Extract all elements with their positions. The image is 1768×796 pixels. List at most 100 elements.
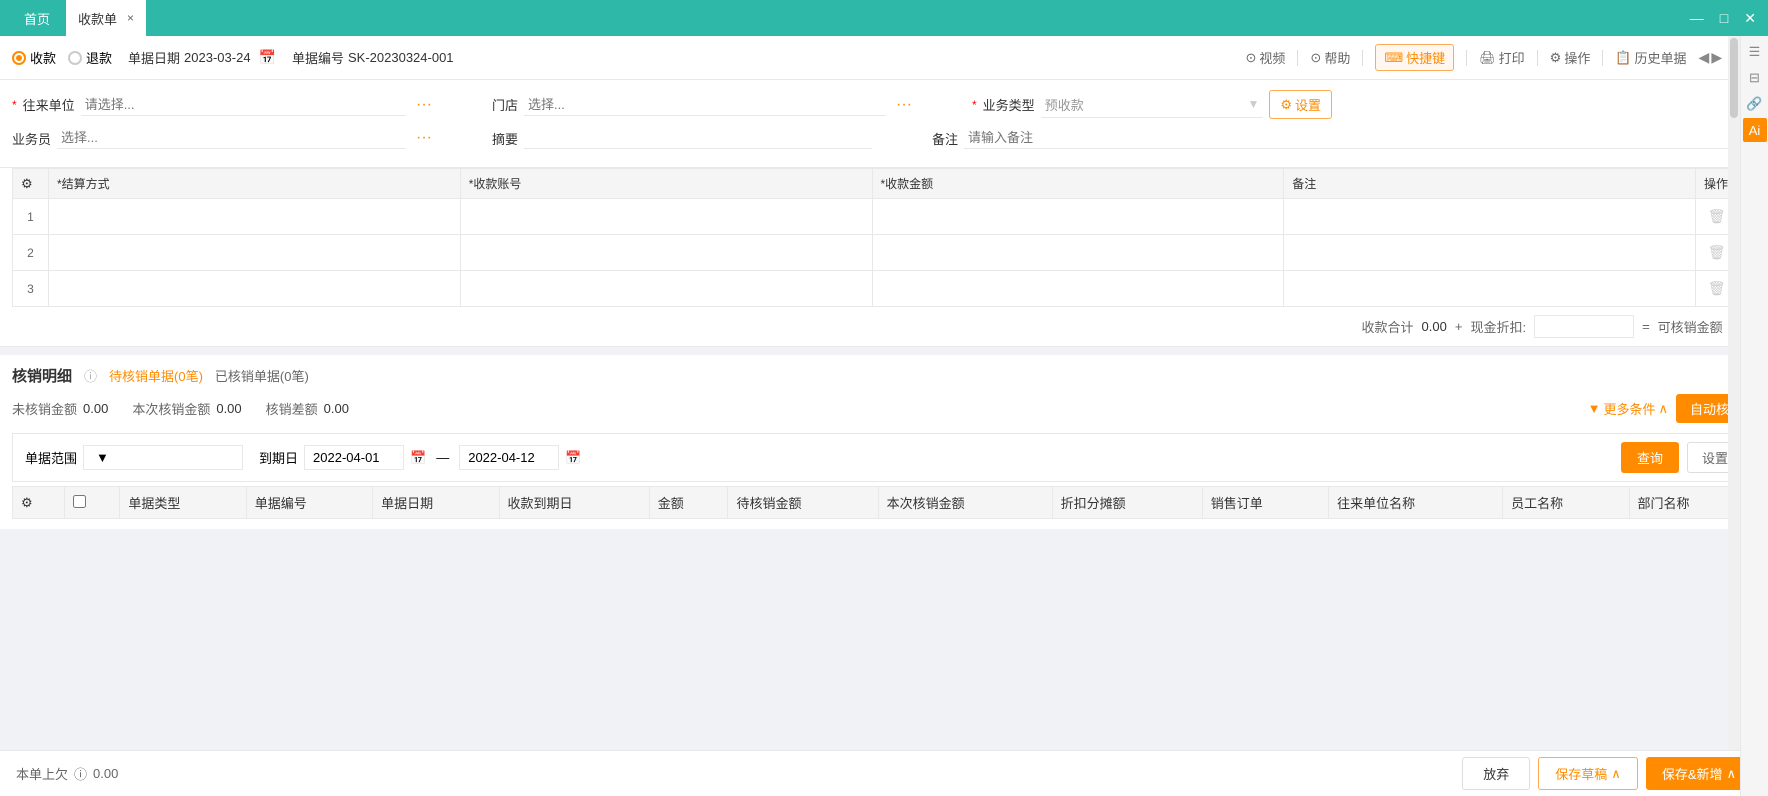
- staff-input[interactable]: [57, 127, 406, 149]
- row-3-account-input[interactable]: [461, 271, 872, 306]
- row-3-remarks-input[interactable]: [1284, 271, 1695, 306]
- discard-btn[interactable]: 放弃: [1462, 757, 1530, 790]
- store-input[interactable]: [524, 94, 886, 116]
- right-panel-btn-2[interactable]: ⊟: [1743, 66, 1767, 90]
- scrollbar[interactable]: [1728, 36, 1740, 750]
- prev-arrow[interactable]: ◀: [1699, 49, 1710, 66]
- bt-col-gear[interactable]: ⚙: [13, 487, 65, 519]
- partner-field: * 往来单位 ···: [12, 94, 432, 116]
- remarks-input[interactable]: [964, 127, 1756, 149]
- partner-input[interactable]: [81, 94, 406, 116]
- next-arrow[interactable]: ▶: [1711, 49, 1722, 66]
- radio-refund[interactable]: 退款: [68, 48, 112, 67]
- history-link[interactable]: 📋 历史单据: [1615, 48, 1686, 67]
- row-3-settlement-input[interactable]: [49, 271, 460, 306]
- due-date-from-input[interactable]: [304, 445, 404, 470]
- divider1: [1297, 50, 1298, 66]
- table-row: 3 🗑 ⊕: [13, 271, 1756, 307]
- close-btn[interactable]: ✕: [1740, 10, 1760, 27]
- radio-group: 收款 退款: [12, 48, 112, 67]
- history-icon: 📋: [1615, 50, 1631, 66]
- unverified-value: 0.00: [83, 401, 108, 416]
- calendar-to-icon[interactable]: 📅: [565, 450, 581, 466]
- row-3-remarks[interactable]: [1284, 271, 1696, 307]
- save-draft-btn[interactable]: 保存草稿 ∧: [1538, 757, 1638, 790]
- store-more-btn[interactable]: ···: [896, 96, 912, 114]
- row-2-settlement-input[interactable]: [49, 235, 460, 270]
- right-panel-btn-3[interactable]: 🔗: [1743, 92, 1767, 116]
- row-1-settlement[interactable]: [49, 199, 461, 235]
- row-3-settlement[interactable]: [49, 271, 461, 307]
- remarks-field: 备注: [932, 127, 1756, 149]
- row-2-remarks[interactable]: [1284, 235, 1696, 271]
- remarks-label: 备注: [932, 129, 958, 148]
- bt-select-all[interactable]: [73, 495, 86, 508]
- due-date-to-input[interactable]: [459, 445, 559, 470]
- row-2-account-input[interactable]: [461, 235, 872, 270]
- row-num-3: 3: [13, 271, 49, 307]
- row-1-account-input[interactable]: [461, 199, 872, 234]
- biz-type-select[interactable]: 预收款 ▼: [1041, 92, 1264, 118]
- divider4: [1537, 50, 1538, 66]
- shortcut-icon: ⌨: [1384, 50, 1403, 66]
- calendar-from-icon[interactable]: 📅: [410, 450, 426, 466]
- divider5: [1602, 50, 1603, 66]
- operations-link[interactable]: ⚙ 操作: [1550, 48, 1591, 67]
- bt-col-current: 本次核销金额: [878, 487, 1052, 519]
- row-2-remarks-input[interactable]: [1284, 235, 1695, 270]
- help-link[interactable]: ⊙ 帮助: [1310, 48, 1350, 67]
- bt-col-doc-type: 单据类型: [120, 487, 246, 519]
- biz-settings-btn[interactable]: ⚙ 设置: [1269, 90, 1332, 119]
- recon-info-icon[interactable]: ⓘ: [84, 366, 97, 385]
- row-2-amount-input[interactable]: [873, 235, 1284, 270]
- operations-icon: ⚙: [1550, 50, 1562, 66]
- partner-more-btn[interactable]: ···: [416, 96, 432, 114]
- discount-input[interactable]: [1534, 315, 1634, 338]
- row-1-remarks[interactable]: [1284, 199, 1696, 235]
- radio-receive[interactable]: 收款: [12, 48, 56, 67]
- row-2-delete-btn[interactable]: 🗑: [1708, 244, 1726, 261]
- row-1-account[interactable]: [460, 199, 872, 235]
- more-conditions-btn[interactable]: ▼ 更多条件 ∧: [1588, 399, 1668, 418]
- tab-home[interactable]: 首页: [8, 0, 66, 36]
- credit-info-icon[interactable]: ⓘ: [74, 764, 87, 783]
- row-2-amount[interactable]: [872, 235, 1284, 271]
- main-content: 收款 退款 单据日期 2023-03-24 📅 单据编号 SK-20230324…: [0, 36, 1768, 529]
- row-1-delete-btn[interactable]: 🗑: [1708, 208, 1726, 225]
- staff-more-btn[interactable]: ···: [416, 129, 432, 147]
- tab-close-btn[interactable]: ×: [127, 11, 134, 25]
- row-1-amount-input[interactable]: [873, 199, 1284, 234]
- row-3-amount[interactable]: [872, 271, 1284, 307]
- row-3-delete-btn[interactable]: 🗑: [1708, 280, 1726, 297]
- print-link[interactable]: 🖨 打印: [1479, 48, 1525, 67]
- row-2-settlement[interactable]: [49, 235, 461, 271]
- shortcut-btn[interactable]: ⌨ 快捷键: [1375, 44, 1454, 71]
- row-3-account[interactable]: [460, 271, 872, 307]
- tab-active[interactable]: 收款单 ×: [66, 0, 146, 36]
- video-link[interactable]: ⊙ 视频: [1246, 48, 1286, 67]
- row-1-settlement-input[interactable]: [49, 199, 460, 234]
- done-link[interactable]: 已核销单据(0笔): [215, 366, 309, 385]
- summary-input[interactable]: [524, 127, 872, 149]
- bt-col-checkbox[interactable]: [65, 487, 120, 519]
- maximize-btn[interactable]: □: [1716, 10, 1732, 26]
- row-2-account[interactable]: [460, 235, 872, 271]
- right-panel-btn-4[interactable]: Ai: [1743, 118, 1767, 142]
- range-select-arrow: ▼: [96, 450, 109, 465]
- row-1-remarks-input[interactable]: [1284, 199, 1695, 234]
- row-1-amount[interactable]: [872, 199, 1284, 235]
- discount-label: 现金折扣:: [1470, 317, 1526, 336]
- col-gear-header[interactable]: ⚙: [13, 169, 49, 199]
- row-3-amount-input[interactable]: [873, 271, 1284, 306]
- pending-link[interactable]: 待核销单据(0笔): [109, 366, 203, 385]
- minimize-btn[interactable]: —: [1686, 10, 1708, 26]
- save-new-btn[interactable]: 保存&新增 ∧: [1646, 757, 1752, 790]
- calendar-icon[interactable]: 📅: [259, 49, 276, 66]
- range-select[interactable]: ▼: [83, 445, 243, 470]
- diff-value: 0.00: [324, 401, 349, 416]
- right-panel-btn-1[interactable]: ☰: [1743, 40, 1767, 64]
- due-label: 到期日: [259, 448, 298, 467]
- query-btn[interactable]: 查询: [1621, 442, 1679, 473]
- table-row: 1 🗑 ⊕: [13, 199, 1756, 235]
- settings-icon: ⚙: [1280, 97, 1292, 113]
